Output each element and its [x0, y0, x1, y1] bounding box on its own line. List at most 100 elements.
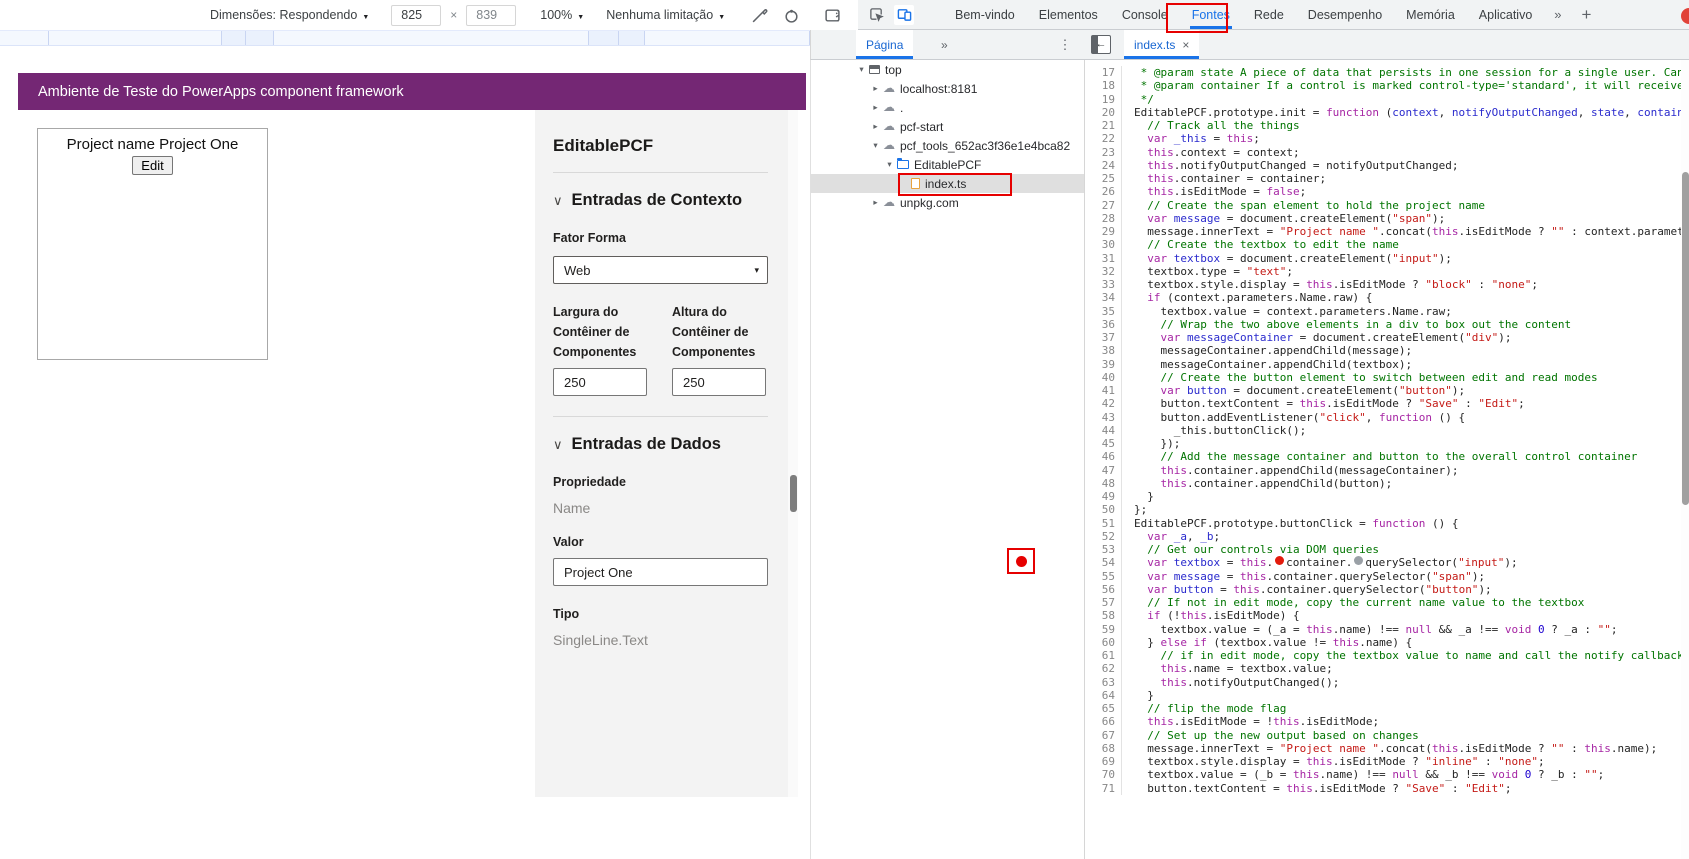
line-number[interactable]: 32: [1085, 265, 1121, 278]
breakpoint-dot[interactable]: [1016, 556, 1027, 567]
navigator-kebab-menu[interactable]: ⋮: [1058, 34, 1072, 56]
line-number[interactable]: 23: [1085, 146, 1121, 159]
code-line-58[interactable]: 58 if (! this .isEditMode) {: [1085, 609, 1689, 623]
tree-down-arrow-icon[interactable]: ▾: [884, 159, 895, 170]
code-line-39[interactable]: 39 messageContainer.appendChild(textbox)…: [1085, 357, 1689, 371]
code-line-32[interactable]: 32 textbox.type = "text";: [1085, 264, 1689, 278]
line-number[interactable]: 58: [1085, 609, 1121, 622]
inspect-element-icon[interactable]: [866, 5, 886, 25]
code-line-31[interactable]: 31 var textbox = document.createElement(…: [1085, 251, 1689, 265]
line-number[interactable]: 21: [1085, 119, 1121, 132]
code-line-40[interactable]: 40 // Create the button element to switc…: [1085, 370, 1689, 384]
pen-icon[interactable]: [751, 7, 768, 24]
zoom-dropdown[interactable]: 100% ▼: [540, 8, 584, 22]
scrollbar-thumb[interactable]: [789, 475, 797, 512]
line-number[interactable]: 68: [1085, 742, 1121, 755]
tree-right-arrow-icon[interactable]: ▸: [870, 102, 881, 113]
dimensions-dropdown[interactable]: Dimensões: Respondendo ▼: [210, 8, 369, 22]
code-line-68[interactable]: 68 message.innerText = "Project name " .c…: [1085, 741, 1689, 755]
tree-item--[interactable]: ▸ ☁.: [811, 98, 1084, 117]
code-line-70[interactable]: 70 textbox.value = (_b = this .name) !== …: [1085, 768, 1689, 782]
line-number[interactable]: 34: [1085, 291, 1121, 304]
code-line-37[interactable]: 37 var messageContainer = document.creat…: [1085, 331, 1689, 345]
close-icon[interactable]: ×: [1182, 38, 1189, 52]
code-line-35[interactable]: 35 textbox.value = context.parameters.Na…: [1085, 304, 1689, 318]
line-number[interactable]: 22: [1085, 132, 1121, 145]
line-number[interactable]: 28: [1085, 212, 1121, 225]
code-line-20[interactable]: 20 EditablePCF.prototype.init = function …: [1085, 105, 1689, 119]
tab-index-ts[interactable]: index.ts ×: [1124, 30, 1200, 59]
code-line-60[interactable]: 60 } else if (textbox.value != this .name…: [1085, 635, 1689, 649]
line-number[interactable]: 42: [1085, 397, 1121, 410]
code-line-38[interactable]: 38 messageContainer.appendChild(message)…: [1085, 344, 1689, 358]
code-line-19[interactable]: 19 */: [1085, 92, 1689, 106]
code-line-43[interactable]: 43 button.addEventListener("click", func…: [1085, 410, 1689, 424]
code-line-54[interactable]: 54 var textbox = this. container. querySel…: [1085, 556, 1689, 570]
line-number[interactable]: 51: [1085, 517, 1121, 530]
line-number[interactable]: 20: [1085, 106, 1121, 119]
line-number[interactable]: 59: [1085, 623, 1121, 636]
code-line-63[interactable]: 63 this .notifyOutputChanged();: [1085, 675, 1689, 689]
code-line-71[interactable]: 71 button.textContent = this .isEditMode …: [1085, 781, 1689, 795]
line-number[interactable]: 17: [1085, 66, 1121, 79]
line-number[interactable]: 64: [1085, 689, 1121, 702]
code-line-22[interactable]: 22 var _this = this;: [1085, 132, 1689, 146]
code-line-52[interactable]: 52 var _a, _b;: [1085, 529, 1689, 543]
code-line-29[interactable]: 29 message.innerText = "Project name " .c…: [1085, 225, 1689, 239]
line-number[interactable]: 54: [1085, 556, 1121, 569]
code-line-66[interactable]: 66 this .isEditMode = ! this .isEditMode;: [1085, 715, 1689, 729]
code-line-25[interactable]: 25 this .container = container;: [1085, 172, 1689, 186]
tree-right-arrow-icon[interactable]: ▸: [870, 121, 881, 132]
tree-item-pcf-start[interactable]: ▸ ☁ pcf-start: [811, 117, 1084, 136]
tree-item-pcf-tools-652ac3f36e1e4bca82[interactable]: ▾ ☁ pcf_tools_652ac3f36e1e4bca82: [811, 136, 1084, 155]
code-line-69[interactable]: 69 textbox.style.display = this .isEditMo…: [1085, 755, 1689, 769]
media-query-segment[interactable]: [0, 31, 49, 45]
tree-item-localhost-8181[interactable]: ▸ ☁ localhost:8181: [811, 79, 1084, 98]
tree-right-arrow-icon[interactable]: ▸: [870, 83, 881, 94]
code-line-59[interactable]: 59 textbox.value = (_a = this .name) !== …: [1085, 622, 1689, 636]
code-line-49[interactable]: 49 }: [1085, 490, 1689, 504]
toolbar-kebab-menu[interactable]: ⋮: [830, 4, 846, 26]
inline-breakpoint-active-icon[interactable]: [1275, 556, 1285, 566]
code-line-42[interactable]: 42 button.textContent = this .isEditMode …: [1085, 397, 1689, 411]
code-line-65[interactable]: 65 // flip the mode flag: [1085, 702, 1689, 716]
code-line-56[interactable]: 56 var button = this .container.querySele…: [1085, 582, 1689, 596]
form-factor-select[interactable]: Web ▾: [553, 256, 768, 284]
line-number[interactable]: 18: [1085, 79, 1121, 92]
devtools-tab-bem-vindo[interactable]: Bem-vindo: [943, 0, 1027, 29]
viewport-height-input[interactable]: 839: [466, 4, 517, 26]
line-number[interactable]: 40: [1085, 371, 1121, 384]
line-number[interactable]: 19: [1085, 93, 1121, 106]
line-number[interactable]: 31: [1085, 252, 1121, 265]
devtools-tab-aplicativo[interactable]: Aplicativo: [1467, 0, 1545, 29]
line-number[interactable]: 39: [1085, 358, 1121, 371]
code-line-67[interactable]: 67 // Set up the new output based on cha…: [1085, 728, 1689, 742]
code-line-48[interactable]: 48 this .container.appendChild(button);: [1085, 476, 1689, 490]
tree-right-arrow-icon[interactable]: ▸: [870, 197, 881, 208]
line-number[interactable]: 66: [1085, 715, 1121, 728]
line-number[interactable]: 70: [1085, 768, 1121, 781]
code-line-26[interactable]: 26 this .isEditMode = false;: [1085, 185, 1689, 199]
code-line-27[interactable]: 27 // Create the span element to hold th…: [1085, 198, 1689, 212]
line-number[interactable]: 56: [1085, 583, 1121, 596]
line-number[interactable]: 50: [1085, 503, 1121, 516]
code-line-55[interactable]: 55 var message = this .container.querySel…: [1085, 569, 1689, 583]
line-number[interactable]: 25: [1085, 172, 1121, 185]
media-query-segment[interactable]: [222, 31, 246, 45]
media-query-bar[interactable]: [0, 30, 810, 46]
media-query-segment[interactable]: [274, 31, 589, 45]
devtools-tab-desempenho[interactable]: Desempenho: [1296, 0, 1394, 29]
target-icon[interactable]: [783, 7, 800, 24]
line-number[interactable]: 61: [1085, 649, 1121, 662]
code-line-50[interactable]: 50};: [1085, 503, 1689, 517]
devtools-tab-rede[interactable]: Rede: [1242, 0, 1296, 29]
editor-scrollbar[interactable]: [1681, 60, 1689, 859]
line-number[interactable]: 24: [1085, 159, 1121, 172]
line-number[interactable]: 29: [1085, 225, 1121, 238]
container-width-input[interactable]: 250: [553, 368, 647, 396]
code-line-62[interactable]: 62 this .name = textbox.value;: [1085, 662, 1689, 676]
container-height-input[interactable]: 250: [672, 368, 766, 396]
code-line-30[interactable]: 30 // Create the textbox to edit the nam…: [1085, 238, 1689, 252]
sidebar-scrollbar[interactable]: [788, 110, 798, 797]
line-number[interactable]: 62: [1085, 662, 1121, 675]
